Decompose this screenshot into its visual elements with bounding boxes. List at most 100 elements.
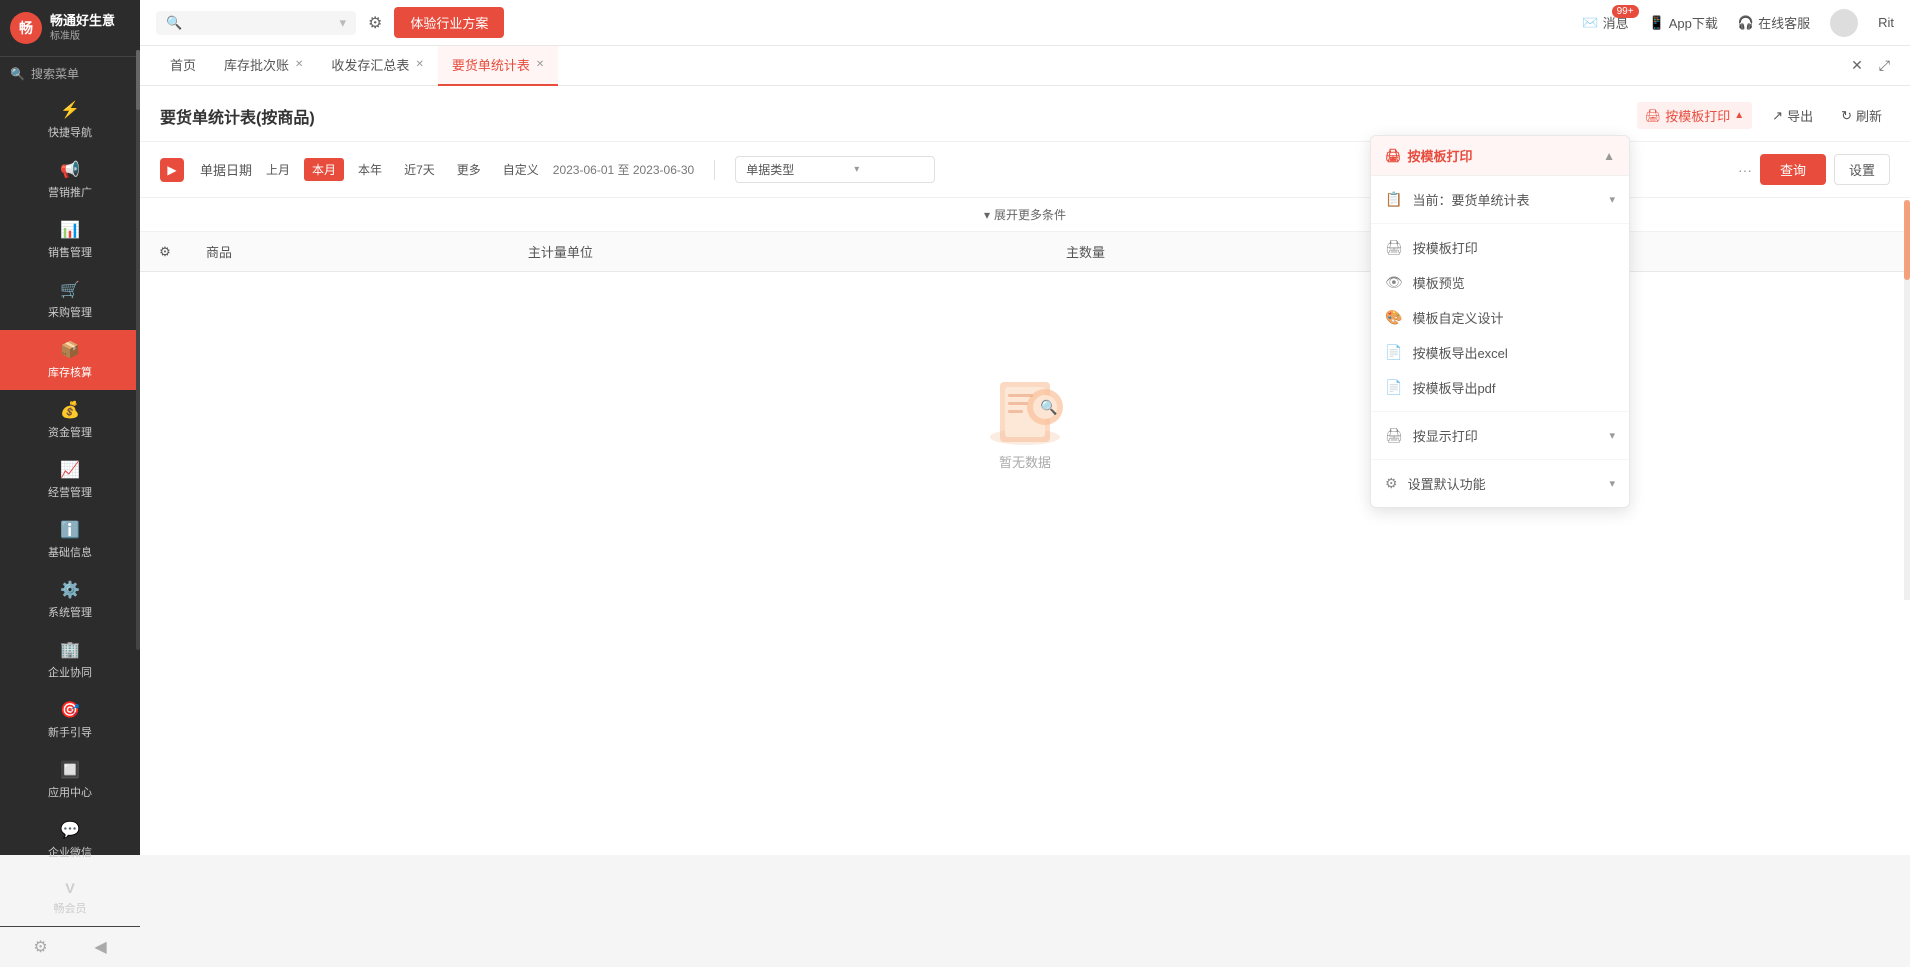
sidebar: 畅 畅通好生意 标准版 🔍 搜索菜单 ⚡ 快捷导航 📢 营销推广 📊 销售管理 … <box>0 0 140 855</box>
sidebar-item-inventory[interactable]: 📦 库存核算 <box>0 330 140 390</box>
settings-button[interactable]: 设置 <box>1834 154 1890 185</box>
template-custom-icon: 🎨 <box>1385 309 1402 326</box>
tab-controls: ✕ ⤢ <box>1847 55 1894 76</box>
dropdown-item-template-custom[interactable]: 🎨 模板自定义设计 <box>1371 300 1629 335</box>
tab-batch-account[interactable]: 库存批次账 ✕ <box>210 46 317 86</box>
chevron-up-icon: ▲ <box>1734 110 1744 121</box>
col-unit: 主计量单位 <box>512 232 1050 272</box>
message-icon: ✉️ <box>1582 15 1598 31</box>
dropdown-chevron-up-icon[interactable]: ▲ <box>1603 149 1615 163</box>
sidebar-item-basic[interactable]: ℹ️ 基础信息 <box>0 510 140 570</box>
sidebar-item-sales[interactable]: 📊 销售管理 <box>0 210 140 270</box>
tab-receipt-summary[interactable]: 收发存汇总表 ✕ <box>317 46 437 86</box>
expand-more-bar[interactable]: ▾ 展开更多条件 <box>140 198 1910 232</box>
page-content: 要货单统计表(按商品) 🖨 按模板打印 ▲ ↗ 导出 ↻ 刷新 <box>140 86 1910 855</box>
enterprise-icon: 🏢 <box>60 640 80 660</box>
export-pdf-icon: 📄 <box>1385 379 1402 396</box>
tab-close-control[interactable]: ✕ <box>1847 55 1867 76</box>
settings-bottom-icon[interactable]: ⚙ <box>33 937 47 957</box>
enterprise-wechat-icon: 💬 <box>60 820 80 840</box>
sidebar-scrollbar[interactable] <box>136 50 140 650</box>
logo-text: 畅通好生意 标准版 <box>50 13 115 43</box>
date-btn-last-month[interactable]: 上月 <box>258 158 298 181</box>
system-icon: ⚙️ <box>60 580 80 600</box>
current-template-item[interactable]: 📋 当前：要货单统计表 ▾ <box>1371 182 1629 217</box>
search-topbar-icon: 🔍 <box>166 15 182 31</box>
tab-close-requisition-stats[interactable]: ✕ <box>536 59 544 70</box>
topbar-right: ✉️ 消息 99+ 📱 App下载 🎧 在线客服 Rit <box>1582 9 1894 37</box>
sidebar-item-guide[interactable]: 🎯 新手引导 <box>0 690 140 750</box>
message-item[interactable]: ✉️ 消息 99+ <box>1582 13 1628 32</box>
template-print-icon: 🖨 <box>1385 239 1403 256</box>
empty-illustration: 🔍 <box>970 352 1080 452</box>
topbar-search-area[interactable]: 🔍 ▾ <box>156 11 356 35</box>
sidebar-item-quick-nav[interactable]: ⚡ 快捷导航 <box>0 90 140 150</box>
guide-icon: 🎯 <box>60 700 80 720</box>
col-settings[interactable]: ⚙ <box>140 232 190 272</box>
empty-state: 🔍 暂无数据 <box>140 272 1910 551</box>
dropdown-arrow-icon[interactable]: ▾ <box>339 15 346 31</box>
select-arrow-icon: ▾ <box>854 164 859 175</box>
dropdown-header-controls: ▲ <box>1603 149 1615 163</box>
display-print-item[interactable]: 🖨 按显示打印 ▾ <box>1371 418 1629 453</box>
collapse-icon[interactable]: ◀ <box>94 937 106 957</box>
more-options-icon[interactable]: ··· <box>1738 162 1752 178</box>
dropdown-item-export-excel[interactable]: 📄 按模板导出excel <box>1371 335 1629 370</box>
sidebar-item-app-center[interactable]: 🔲 应用中心 <box>0 750 140 810</box>
col-product: 商品 <box>190 232 512 272</box>
dropdown-item-template-print[interactable]: 🖨 按模板打印 <box>1371 230 1629 265</box>
order-type-select[interactable]: 单据类型 ▾ <box>735 156 935 183</box>
sidebar-item-marketing[interactable]: 📢 营销推广 <box>0 150 140 210</box>
filter-collapse-btn[interactable]: ▶ <box>160 158 184 182</box>
table-header-row: ⚙ 商品 主计量单位 主数量 零售金额 <box>140 232 1910 272</box>
content-inner: 要货单统计表(按商品) 🖨 按模板打印 ▲ ↗ 导出 ↻ 刷新 <box>140 86 1910 855</box>
sidebar-item-vip[interactable]: V 畅会员 <box>0 870 140 926</box>
topbar-settings-icon[interactable]: ⚙ <box>368 13 382 33</box>
display-print-icon: 🖨 <box>1385 427 1403 444</box>
date-btn-more[interactable]: 更多 <box>449 158 489 181</box>
tab-home[interactable]: 首页 <box>156 46 210 86</box>
date-btn-this-year[interactable]: 本年 <box>350 158 390 181</box>
date-btn-7days[interactable]: 近7天 <box>396 158 443 181</box>
dropdown-title: 🖨 按模板打印 <box>1385 146 1473 165</box>
current-template-arrow: ▾ <box>1609 193 1615 206</box>
tab-close-receipt-summary[interactable]: ✕ <box>415 59 423 70</box>
app-logo: 畅 畅通好生意 标准版 <box>0 0 140 57</box>
sidebar-item-system[interactable]: ⚙️ 系统管理 <box>0 570 140 630</box>
app-download-item[interactable]: 📱 App下载 <box>1649 13 1718 32</box>
sidebar-item-enterprise-wechat[interactable]: 💬 企业微信 <box>0 810 140 870</box>
logo-icon: 畅 <box>10 12 42 44</box>
refresh-btn[interactable]: ↻ 刷新 <box>1833 102 1890 129</box>
dropdown-item-template-preview[interactable]: 👁 模板预览 <box>1371 265 1629 300</box>
headset-icon: 🎧 <box>1738 15 1754 31</box>
main-content: 🔍 ▾ ⚙ 体验行业方案 ✉️ 消息 99+ 📱 App下载 🎧 在线客服 <box>140 0 1910 855</box>
online-service-item[interactable]: 🎧 在线客服 <box>1738 13 1810 32</box>
marketing-icon: 📢 <box>60 160 80 180</box>
basic-icon: ℹ️ <box>60 520 80 540</box>
query-button[interactable]: 查询 <box>1760 154 1826 185</box>
filter-right: ··· 查询 设置 <box>1738 154 1890 185</box>
export-btn[interactable]: ↗ 导出 <box>1764 102 1821 129</box>
set-default-arrow: ▾ <box>1609 477 1615 490</box>
tab-close-batch-account[interactable]: ✕ <box>295 59 303 70</box>
export-icon: ↗ <box>1772 108 1783 124</box>
sidebar-item-purchase[interactable]: 🛒 采购管理 <box>0 270 140 330</box>
template-preview-icon: 👁 <box>1385 274 1403 291</box>
trial-button[interactable]: 体验行业方案 <box>394 7 504 38</box>
sidebar-item-enterprise[interactable]: 🏢 企业协同 <box>0 630 140 690</box>
date-btn-custom[interactable]: 自定义 <box>495 158 547 181</box>
tab-expand-control[interactable]: ⤢ <box>1875 55 1894 76</box>
right-scrollbar-thumb <box>1904 200 1910 280</box>
tab-requisition-stats[interactable]: 要货单统计表 ✕ <box>438 46 558 86</box>
sidebar-item-operations[interactable]: 📈 经营管理 <box>0 450 140 510</box>
sidebar-item-finance[interactable]: 💰 资金管理 <box>0 390 140 450</box>
date-filter-group: 单据日期 上月 本月 本年 近7天 更多 自定义 2023-06-01 至 20… <box>200 158 694 181</box>
search-input[interactable] <box>188 16 328 30</box>
print-template-btn[interactable]: 🖨 按模板打印 ▲ <box>1637 102 1752 129</box>
sidebar-search[interactable]: 🔍 搜索菜单 <box>0 57 140 90</box>
right-scrollbar[interactable] <box>1904 200 1910 600</box>
set-default-item[interactable]: ⚙ 设置默认功能 ▾ <box>1371 466 1629 501</box>
dropdown-item-export-pdf[interactable]: 📄 按模板导出pdf <box>1371 370 1629 405</box>
date-btn-this-month[interactable]: 本月 <box>304 158 344 181</box>
user-avatar-item[interactable] <box>1830 9 1858 37</box>
